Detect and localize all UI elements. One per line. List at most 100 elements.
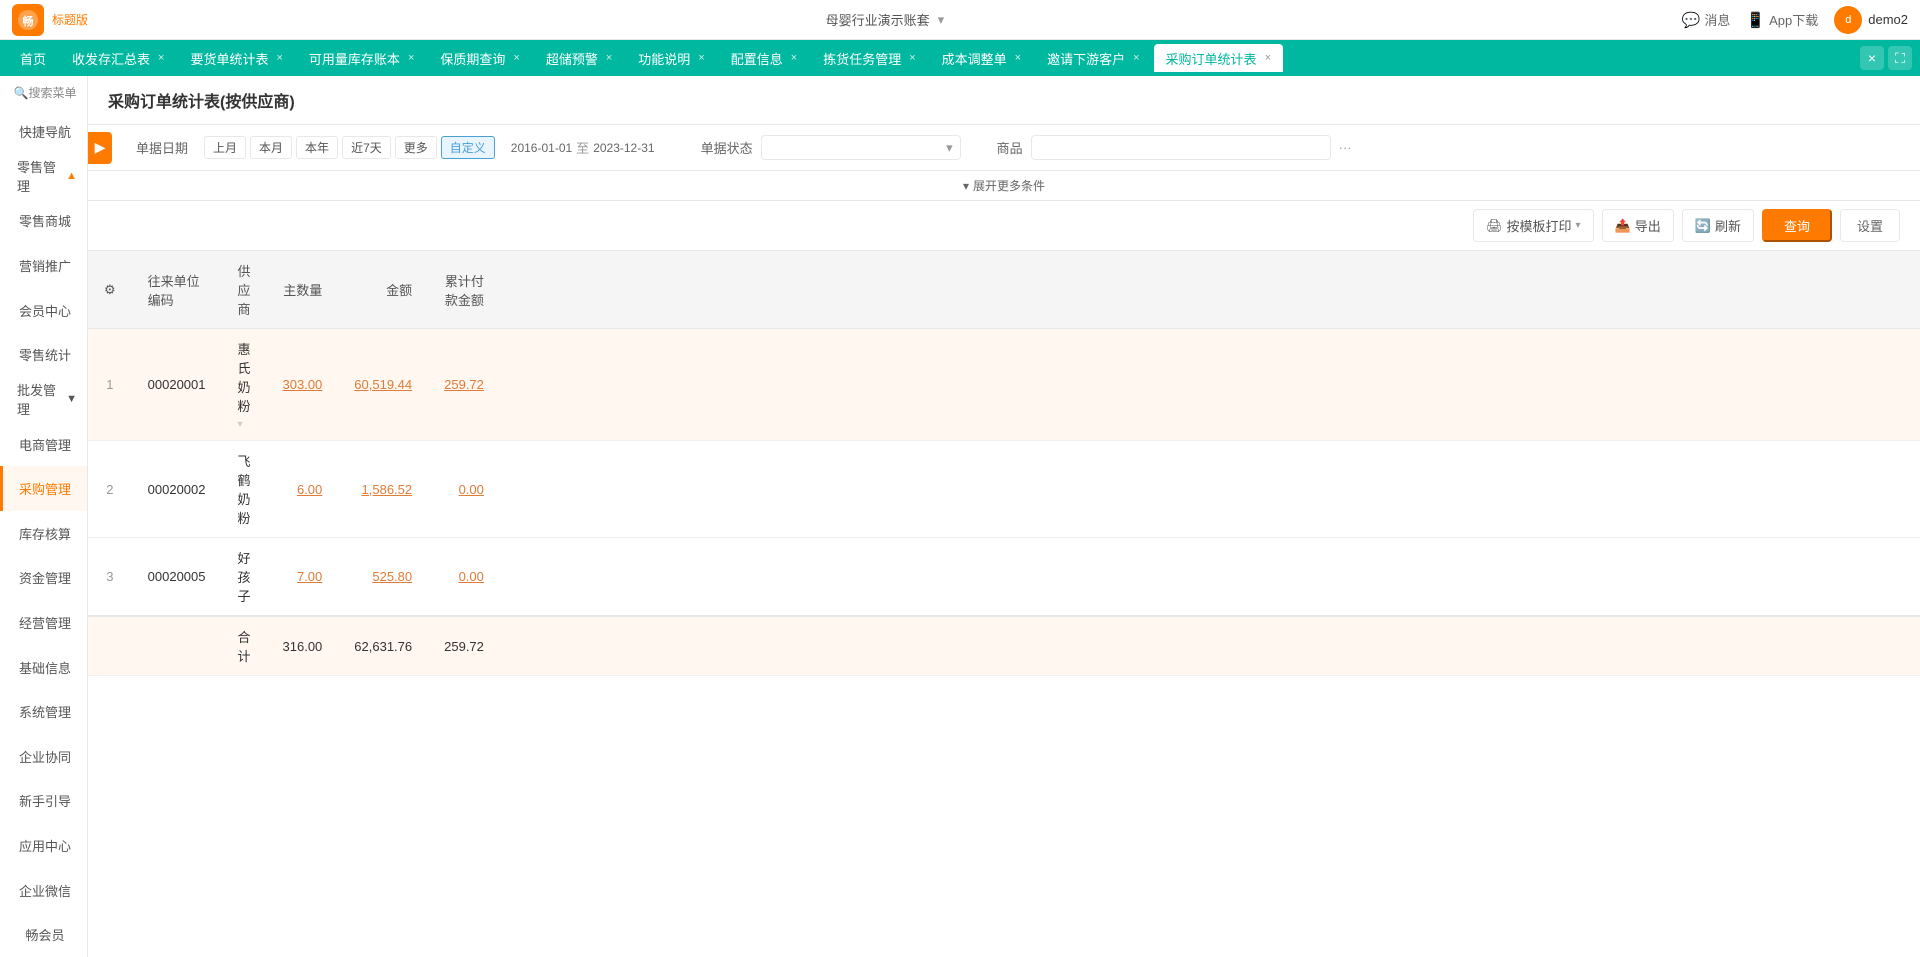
sidebar-item-finance[interactable]: 资金管理 [0,556,87,601]
sidebar-item-label: 应用中心 [19,836,71,855]
top-bar: 畅 标题版 母婴行业演示账套 ▾ 💬 消息 📱 App下载 d demo2 [0,0,1920,40]
export-button[interactable]: 📤 导出 [1602,209,1674,242]
sidebar-item-retail-stats[interactable]: 零售统计 [0,333,87,378]
user-profile[interactable]: d demo2 [1834,6,1908,34]
sidebar-item-appcenter[interactable]: 应用中心 [0,823,87,868]
sidebar-item-wholesale[interactable]: 批发管理 ▼ [0,377,87,422]
expand-more-row: ▾ 展开更多条件 [88,171,1920,201]
tab-close-icon[interactable]: × [513,52,519,64]
column-settings-icon[interactable]: ⚙ [104,282,116,297]
expand-more-label: 展开更多条件 [973,177,1045,194]
footer-empty [88,616,132,676]
goods-more-icon[interactable]: ··· [1339,140,1352,155]
sidebar-item-label: 零售商城 [19,211,71,230]
tab-配置信息[interactable]: 配置信息 × [719,44,809,72]
expand-more-button[interactable]: ▾ 展开更多条件 [963,177,1045,194]
workspace-selector[interactable]: 母婴行业演示账套 ▾ [826,10,945,29]
date-btn-7days[interactable]: 近7天 [342,136,391,159]
tab-home[interactable]: 首页 [8,44,58,72]
tab-label: 收发存汇总表 [72,49,150,68]
sidebar-item-changhui[interactable]: 畅会员 [0,912,87,957]
tab-close-icon[interactable]: × [1133,52,1139,64]
tab-保质期查询[interactable]: 保质期查询 × [428,44,531,72]
sidebar-item-marketing[interactable]: 营销推广 [0,243,87,288]
date-btn-last-month[interactable]: 上月 [204,136,246,159]
sidebar-item-basics[interactable]: 基础信息 [0,645,87,690]
message-button[interactable]: 💬 消息 [1682,10,1731,29]
tab-采购订单统计表[interactable]: 采购订单统计表 × [1154,44,1283,72]
row-quantity[interactable]: 7.00 [267,538,339,617]
sidebar-item-retail-mgmt[interactable]: 零售管理 ▲ [0,154,87,199]
tab-close-icon[interactable]: × [698,52,704,64]
content-area: 采购订单统计表(按供应商) ▶ 单据日期 上月 本月 本年 近7天 更多 自定义… [88,76,1920,957]
sidebar-item-collaboration[interactable]: 企业协同 [0,734,87,779]
print-button[interactable]: 🖨 按模板打印 ▾ [1473,209,1594,242]
row-amount[interactable]: 525.80 [338,538,428,617]
tab-label: 可用量库存账本 [309,49,400,68]
sidebar-item-purchase[interactable]: 采购管理 [0,466,87,511]
date-quick-buttons: 上月 本月 本年 近7天 更多 自定义 [204,136,495,159]
sidebar-item-inventory[interactable]: 库存核算 [0,511,87,556]
row-extra [500,329,1920,441]
row-paid[interactable]: 0.00 [428,538,500,617]
tab-close-icon[interactable]: × [606,52,612,64]
sidebar-item-newbie[interactable]: 新手引导 [0,779,87,824]
sidebar-item-wecom[interactable]: 企业微信 [0,868,87,913]
sidebar-item-label: 系统管理 [19,702,71,721]
tab-close-icon[interactable]: × [791,52,797,64]
sidebar-item-quicknav[interactable]: 快捷导航 [0,109,87,154]
tab-成本调整单[interactable]: 成本调整单 × [930,44,1033,72]
row-amount[interactable]: 1,586.52 [338,441,428,538]
maximize-tab-button[interactable]: ⛶ [1888,46,1912,70]
tab-close-icon[interactable]: × [408,52,414,64]
status-select[interactable] [761,135,961,160]
tab-close-icon[interactable]: × [158,52,164,64]
tab-拣货任务管理[interactable]: 拣货任务管理 × [811,44,927,72]
status-filter-field: 单据状态 [701,135,961,160]
sidebar-item-ecommerce[interactable]: 电商管理 [0,422,87,467]
page-title: 采购订单统计表(按供应商) [108,88,1900,112]
row-paid[interactable]: 0.00 [428,441,500,538]
date-btn-this-year[interactable]: 本年 [296,136,338,159]
sidebar-item-search[interactable]: 🔍 搜索菜单 [0,76,87,109]
date-filter-label: 单据日期 [136,138,188,157]
sidebar-item-retail-mall[interactable]: 零售商城 [0,199,87,244]
close-tab-button[interactable]: × [1860,46,1884,70]
row-quantity[interactable]: 303.00 [267,329,339,441]
table-row: 2 00020002 飞鹤奶粉 6.00 1,586.52 0.00 [88,441,1920,538]
app-download-button[interactable]: 📱 App下载 [1746,10,1818,29]
sidebar-item-label: 新手引导 [19,791,71,810]
goods-filter-label: 商品 [997,138,1023,157]
tab-close-icon[interactable]: × [1015,52,1021,64]
row-paid[interactable]: 259.72 [428,329,500,441]
sidebar-item-operations[interactable]: 经营管理 [0,600,87,645]
tab-功能说明[interactable]: 功能说明 × [626,44,716,72]
row-quantity[interactable]: 6.00 [267,441,339,538]
date-custom-badge[interactable]: 自定义 [441,136,495,159]
refresh-button[interactable]: 🔄 刷新 [1682,209,1754,242]
settings-button[interactable]: 设置 [1840,209,1900,242]
row-code: 00020001 [132,329,222,441]
tab-close-icon[interactable]: × [1265,52,1271,64]
tab-close-icon[interactable]: × [909,52,915,64]
tab-收发存汇总表[interactable]: 收发存汇总表 × [60,44,176,72]
filter-toggle-button[interactable]: ▶ [88,132,112,164]
tab-可用量库存账本[interactable]: 可用量库存账本 × [297,44,426,72]
date-btn-more[interactable]: 更多 [395,136,437,159]
date-btn-this-month[interactable]: 本月 [250,136,292,159]
tab-邀请下游客户[interactable]: 邀请下游客户 × [1035,44,1151,72]
tab-超储预警[interactable]: 超储预警 × [534,44,624,72]
query-button[interactable]: 查询 [1762,209,1832,242]
chevron-down-icon: ▾ [963,179,969,193]
sidebar: 🔍 搜索菜单 快捷导航 零售管理 ▲ 零售商城 营销推广 会员中心 零售统计 批… [0,76,88,957]
row-amount[interactable]: 60,519.44 [338,329,428,441]
sidebar-item-member[interactable]: 会员中心 [0,288,87,333]
status-select-wrapper[interactable] [761,135,961,160]
sidebar-item-system[interactable]: 系统管理 [0,689,87,734]
workspace-arrow-icon: ▾ [938,12,945,28]
tab-要货单统计表[interactable]: 要货单统计表 × [178,44,294,72]
tab-close-icon[interactable]: × [276,52,282,64]
goods-input[interactable] [1031,135,1331,160]
svg-text:畅: 畅 [23,14,34,28]
tab-label: 采购订单统计表 [1166,49,1257,68]
